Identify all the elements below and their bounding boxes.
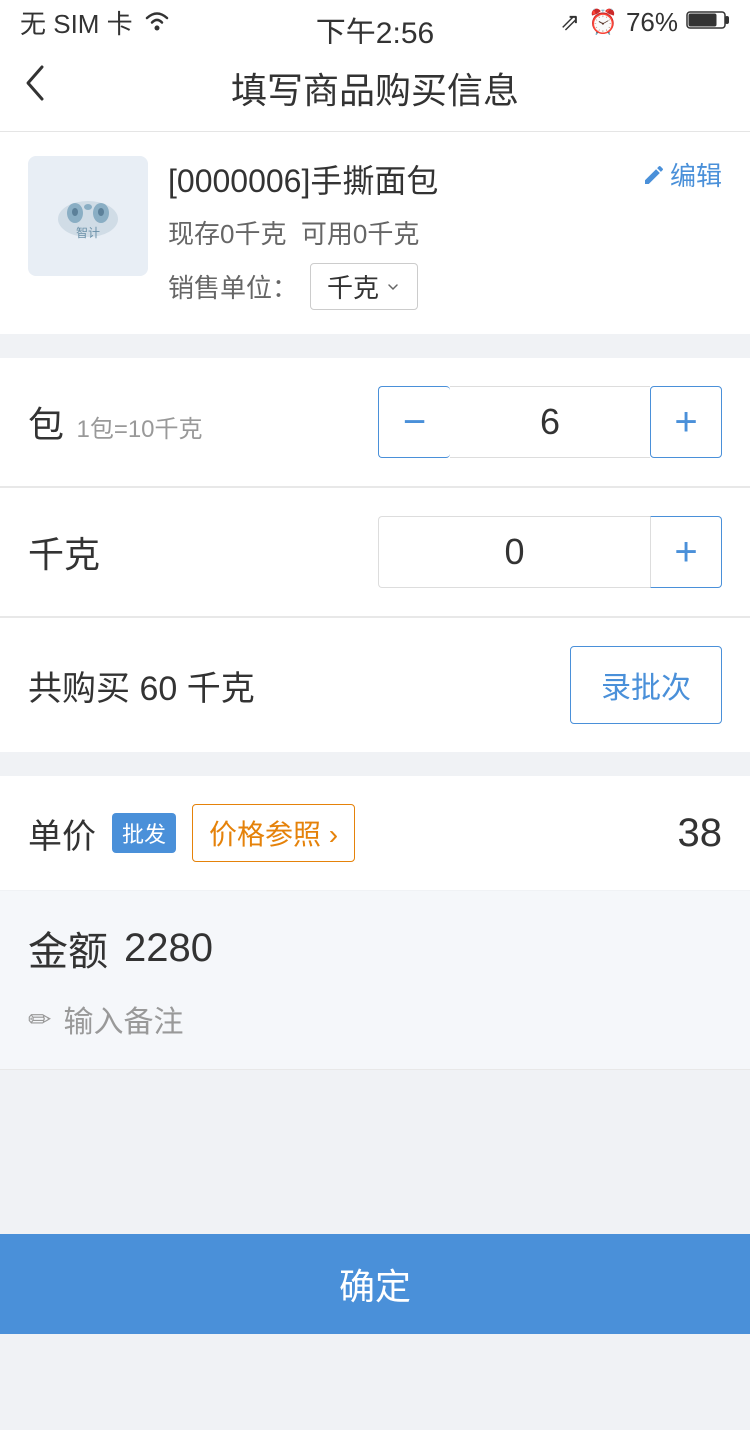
note-row[interactable]: ✏ 输入备注 <box>28 997 722 1041</box>
batch-button[interactable]: 录批次 <box>570 646 722 724</box>
product-stock: 现存0千克 可用0千克 <box>168 214 722 251</box>
amount-row: 金额 2280 <box>28 919 722 977</box>
battery-text: 76% <box>626 7 678 38</box>
svg-text:智计: 智计 <box>76 225 100 240</box>
price-label-row: 单价 批发 价格参照 › <box>28 804 355 862</box>
note-text: 输入备注 <box>63 997 183 1041</box>
divider-4 <box>0 760 750 776</box>
total-section: 共购买 60 千克 录批次 <box>0 618 750 760</box>
price-section: 单价 批发 价格参照 › 38 <box>0 776 750 891</box>
amount-section: 金额 2280 ✏ 输入备注 <box>0 891 750 1070</box>
price-value: 38 <box>678 811 723 856</box>
edit-button[interactable]: 编辑 <box>642 156 722 193</box>
product-info: [0000006]手撕面包 编辑 现存0千克 可用0千克 销售单位： 千克 <box>168 156 722 310</box>
bag-input-section: 包 1包=10千克 − + <box>0 358 750 487</box>
unit-selector[interactable]: 千克 <box>310 263 418 310</box>
kg-label: 千克 <box>28 526 100 578</box>
price-tag-pifa: 批发 <box>112 813 176 853</box>
status-left: 无 SIM 卡 <box>20 4 173 41</box>
status-bar: 无 SIM 卡 下午2:56 ⇗ ⏰ 76% <box>0 0 750 44</box>
confirm-button[interactable]: 确定 <box>0 1234 750 1334</box>
wifi-icon <box>141 7 173 38</box>
amount-value: 2280 <box>124 926 213 971</box>
location-icon: ⇗ <box>560 8 580 37</box>
kg-input-section: 千克 + <box>0 488 750 617</box>
bag-plus-button[interactable]: + <box>650 386 722 458</box>
bag-minus-button[interactable]: − <box>378 386 450 458</box>
page-title: 填写商品购买信息 <box>231 62 519 114</box>
confirm-label: 确定 <box>339 1258 411 1310</box>
kg-qty-control: + <box>378 516 722 588</box>
bag-label: 包 1包=10千克 <box>28 396 203 448</box>
bag-qty-input[interactable] <box>450 386 650 458</box>
product-card: 智计 [0000006]手撕面包 编辑 现存0千克 可用0千克 销售单位： 千克 <box>0 132 750 342</box>
kg-plus-button[interactable]: + <box>650 516 722 588</box>
total-text: 共购买 60 千克 <box>28 661 255 710</box>
back-button[interactable] <box>24 63 48 113</box>
carrier-text: 无 SIM 卡 <box>20 4 133 41</box>
status-right: ⇗ ⏰ 76% <box>560 7 730 38</box>
battery-icon <box>686 7 730 38</box>
nav-bar: 填写商品购买信息 <box>0 44 750 132</box>
alarm-icon: ⏰ <box>588 8 618 37</box>
price-label: 单价 <box>28 809 96 858</box>
product-unit-row: 销售单位： 千克 <box>168 263 722 310</box>
price-ref-button[interactable]: 价格参照 › <box>192 804 355 862</box>
product-image: 智计 <box>28 156 148 276</box>
pencil-icon: ✏ <box>28 1003 51 1036</box>
bag-qty-control: − + <box>378 386 722 458</box>
amount-label: 金额 <box>28 919 108 977</box>
product-name: [0000006]手撕面包 <box>168 156 438 202</box>
divider-1 <box>0 342 750 358</box>
kg-qty-input[interactable] <box>378 516 650 588</box>
